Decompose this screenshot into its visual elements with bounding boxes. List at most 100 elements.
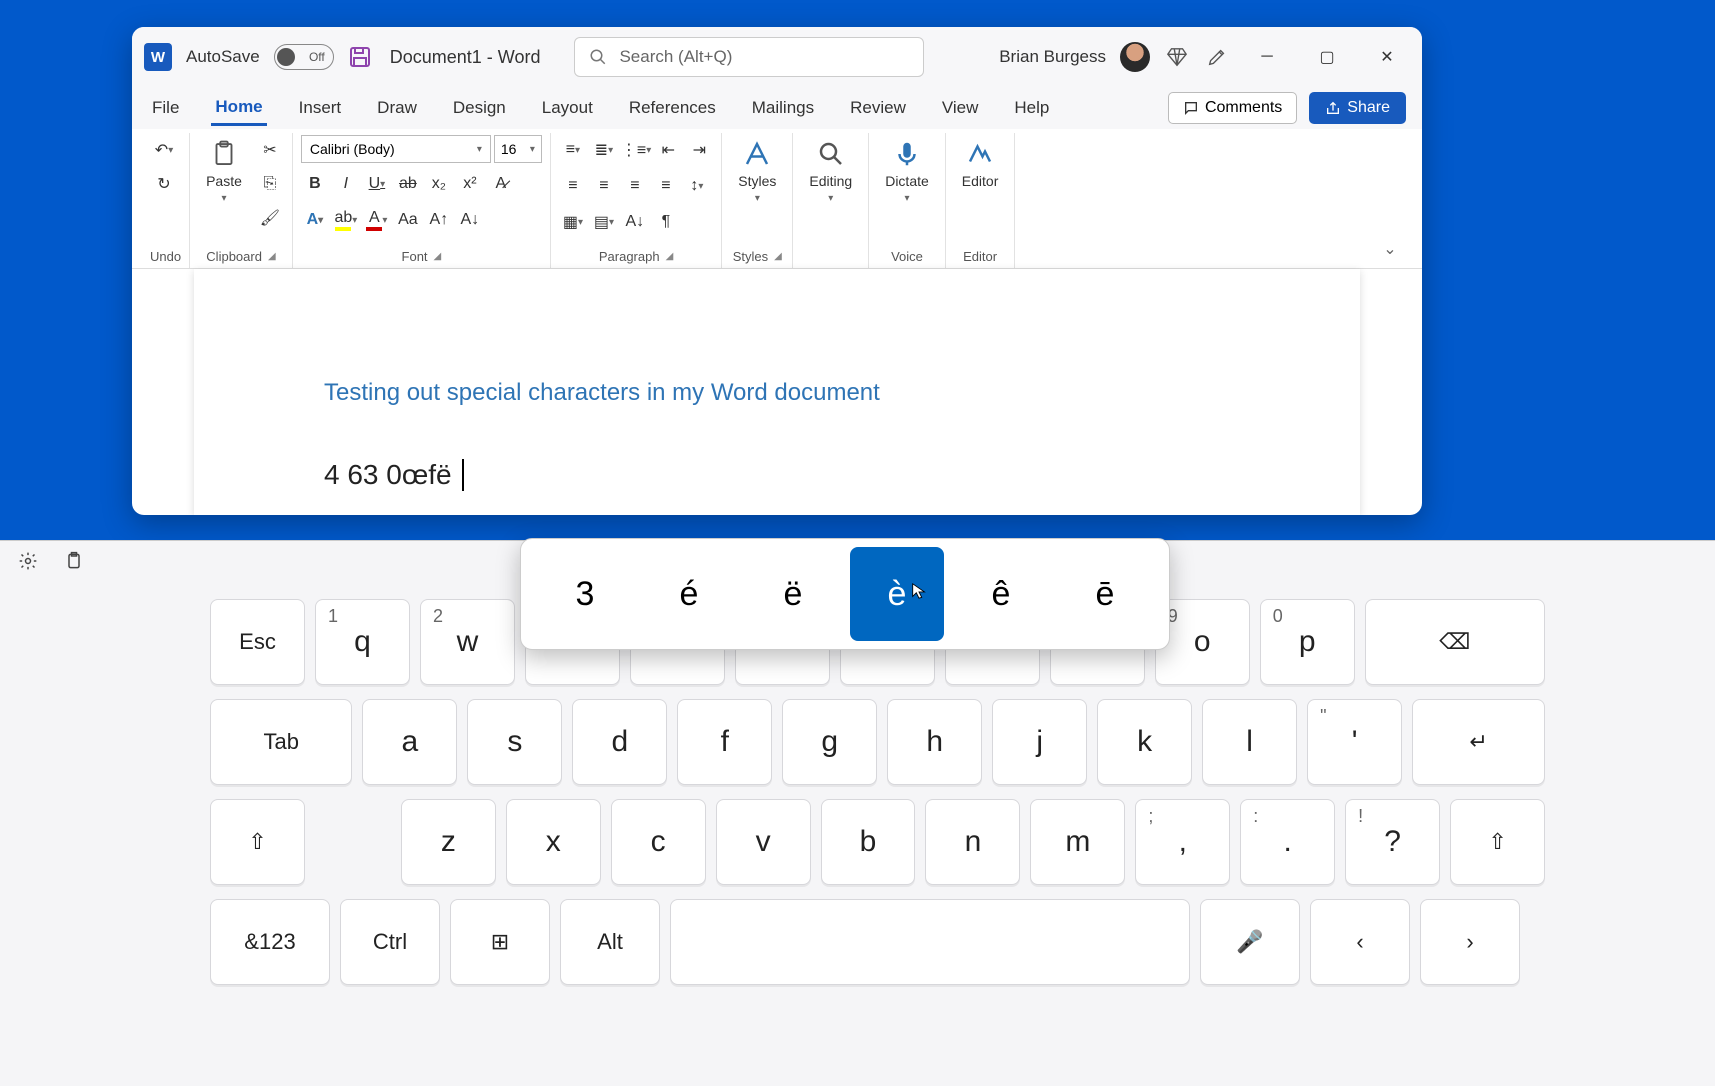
sort-button[interactable]: A↓ — [621, 207, 649, 237]
accent-option-é[interactable]: é — [642, 547, 736, 641]
menu-file[interactable]: File — [148, 92, 183, 124]
key-a[interactable]: a — [362, 699, 457, 785]
menu-draw[interactable]: Draw — [373, 92, 421, 124]
strike-button[interactable]: ab — [394, 169, 422, 199]
key-›[interactable]: › — [1420, 899, 1520, 985]
cut-button[interactable]: ✂ — [256, 135, 284, 165]
save-icon[interactable] — [348, 45, 372, 69]
justify-button[interactable]: ≡ — [652, 171, 680, 201]
key-‹[interactable]: ‹ — [1310, 899, 1410, 985]
line-spacing-button[interactable]: ↕▾ — [683, 171, 711, 201]
menu-design[interactable]: Design — [449, 92, 510, 124]
accent-option-ë[interactable]: ë — [746, 547, 840, 641]
numbering-button[interactable]: ≣▾ — [590, 135, 618, 165]
menu-help[interactable]: Help — [1010, 92, 1053, 124]
collapse-ribbon-button[interactable]: ⌄ — [1376, 234, 1404, 264]
borders-button[interactable]: ▤▾ — [590, 207, 618, 237]
key-c[interactable]: c — [611, 799, 706, 885]
menu-view[interactable]: View — [938, 92, 983, 124]
clear-format-button[interactable]: A̷ — [487, 169, 515, 199]
key-s[interactable]: s — [467, 699, 562, 785]
subscript-button[interactable]: x₂ — [425, 169, 453, 199]
menu-references[interactable]: References — [625, 92, 720, 124]
font-color-button[interactable]: A▾ — [363, 205, 391, 235]
key-.[interactable]: :. — [1240, 799, 1335, 885]
maximize-button[interactable]: ▢ — [1304, 40, 1350, 74]
bullets-button[interactable]: ≡▾ — [559, 135, 587, 165]
diamond-icon[interactable] — [1164, 44, 1190, 70]
highlight-button[interactable]: ab▾ — [332, 205, 360, 235]
key-n[interactable]: n — [925, 799, 1020, 885]
key-d[interactable]: d — [572, 699, 667, 785]
key-space[interactable] — [670, 899, 1190, 985]
key-f[interactable]: f — [677, 699, 772, 785]
accent-option-è[interactable]: è — [850, 547, 944, 641]
grow-font-button[interactable]: A↑ — [425, 205, 453, 235]
change-case-button[interactable]: Aa — [394, 205, 422, 235]
italic-button[interactable]: I — [332, 169, 360, 199]
dictate-button[interactable]: Dictate▾ — [877, 135, 937, 208]
align-left-button[interactable]: ≡ — [559, 171, 587, 201]
editing-button[interactable]: Editing▾ — [801, 135, 860, 208]
avatar[interactable] — [1120, 42, 1150, 72]
key-🎤[interactable]: 🎤 — [1200, 899, 1300, 985]
key-w[interactable]: 2w — [420, 599, 515, 685]
multilevel-button[interactable]: ⋮≡▾ — [621, 135, 651, 165]
key-⇧[interactable]: ⇧ — [210, 799, 305, 885]
styles-button[interactable]: Styles▾ — [730, 135, 784, 208]
key-Alt[interactable]: Alt — [560, 899, 660, 985]
pencil-icon[interactable] — [1204, 44, 1230, 70]
key-↵[interactable]: ↵ — [1412, 699, 1545, 785]
comments-button[interactable]: Comments — [1168, 92, 1297, 124]
key-z[interactable]: z — [401, 799, 496, 885]
decrease-indent-button[interactable]: ⇤ — [654, 135, 682, 165]
key-m[interactable]: m — [1030, 799, 1125, 885]
autosave-toggle[interactable]: Off — [274, 44, 334, 70]
key-Esc[interactable]: Esc — [210, 599, 305, 685]
increase-indent-button[interactable]: ⇥ — [685, 135, 713, 165]
key-⊞[interactable]: ⊞ — [450, 899, 550, 985]
key-v[interactable]: v — [716, 799, 811, 885]
menu-review[interactable]: Review — [846, 92, 910, 124]
menu-layout[interactable]: Layout — [538, 92, 597, 124]
menu-home[interactable]: Home — [211, 91, 266, 126]
key-b[interactable]: b — [821, 799, 916, 885]
show-marks-button[interactable]: ¶ — [652, 207, 680, 237]
font-size-select[interactable]: 16▾ — [494, 135, 542, 163]
key-j[interactable]: j — [992, 699, 1087, 785]
close-button[interactable]: ✕ — [1364, 40, 1410, 74]
accent-option-ê[interactable]: ê — [954, 547, 1048, 641]
share-button[interactable]: Share — [1309, 92, 1406, 124]
key-Ctrl[interactable]: Ctrl — [340, 899, 440, 985]
shrink-font-button[interactable]: A↓ — [456, 205, 484, 235]
menu-insert[interactable]: Insert — [295, 92, 346, 124]
key-⌫[interactable]: ⌫ — [1365, 599, 1545, 685]
key-'[interactable]: "' — [1307, 699, 1402, 785]
format-painter-button[interactable]: 🖌 — [256, 203, 284, 233]
key-h[interactable]: h — [887, 699, 982, 785]
copy-button[interactable]: ⎘ — [256, 169, 284, 199]
minimize-button[interactable]: ─ — [1244, 40, 1290, 74]
keyboard-clipboard-icon[interactable] — [64, 551, 84, 576]
key-?[interactable]: !? — [1345, 799, 1440, 885]
key-q[interactable]: 1q — [315, 599, 410, 685]
key-⇧[interactable]: ⇧ — [1450, 799, 1545, 885]
accent-option-3[interactable]: 3 — [538, 547, 632, 641]
align-right-button[interactable]: ≡ — [621, 171, 649, 201]
redo-button[interactable]: ↻ — [150, 169, 178, 199]
key-l[interactable]: l — [1202, 699, 1297, 785]
document-canvas[interactable]: Testing out special characters in my Wor… — [194, 269, 1360, 515]
paste-button[interactable]: Paste▾ — [198, 135, 250, 208]
font-name-select[interactable]: Calibri (Body)▾ — [301, 135, 491, 163]
key-,[interactable]: ;, — [1135, 799, 1230, 885]
key-Tab[interactable]: Tab — [210, 699, 352, 785]
key-k[interactable]: k — [1097, 699, 1192, 785]
shading-button[interactable]: ▦▾ — [559, 207, 587, 237]
undo-button[interactable]: ↶▾ — [150, 135, 178, 165]
menu-mailings[interactable]: Mailings — [748, 92, 818, 124]
key-x[interactable]: x — [506, 799, 601, 885]
align-center-button[interactable]: ≡ — [590, 171, 618, 201]
key-&123[interactable]: &123 — [210, 899, 330, 985]
search-input[interactable]: Search (Alt+Q) — [574, 37, 924, 77]
bold-button[interactable]: B — [301, 169, 329, 199]
